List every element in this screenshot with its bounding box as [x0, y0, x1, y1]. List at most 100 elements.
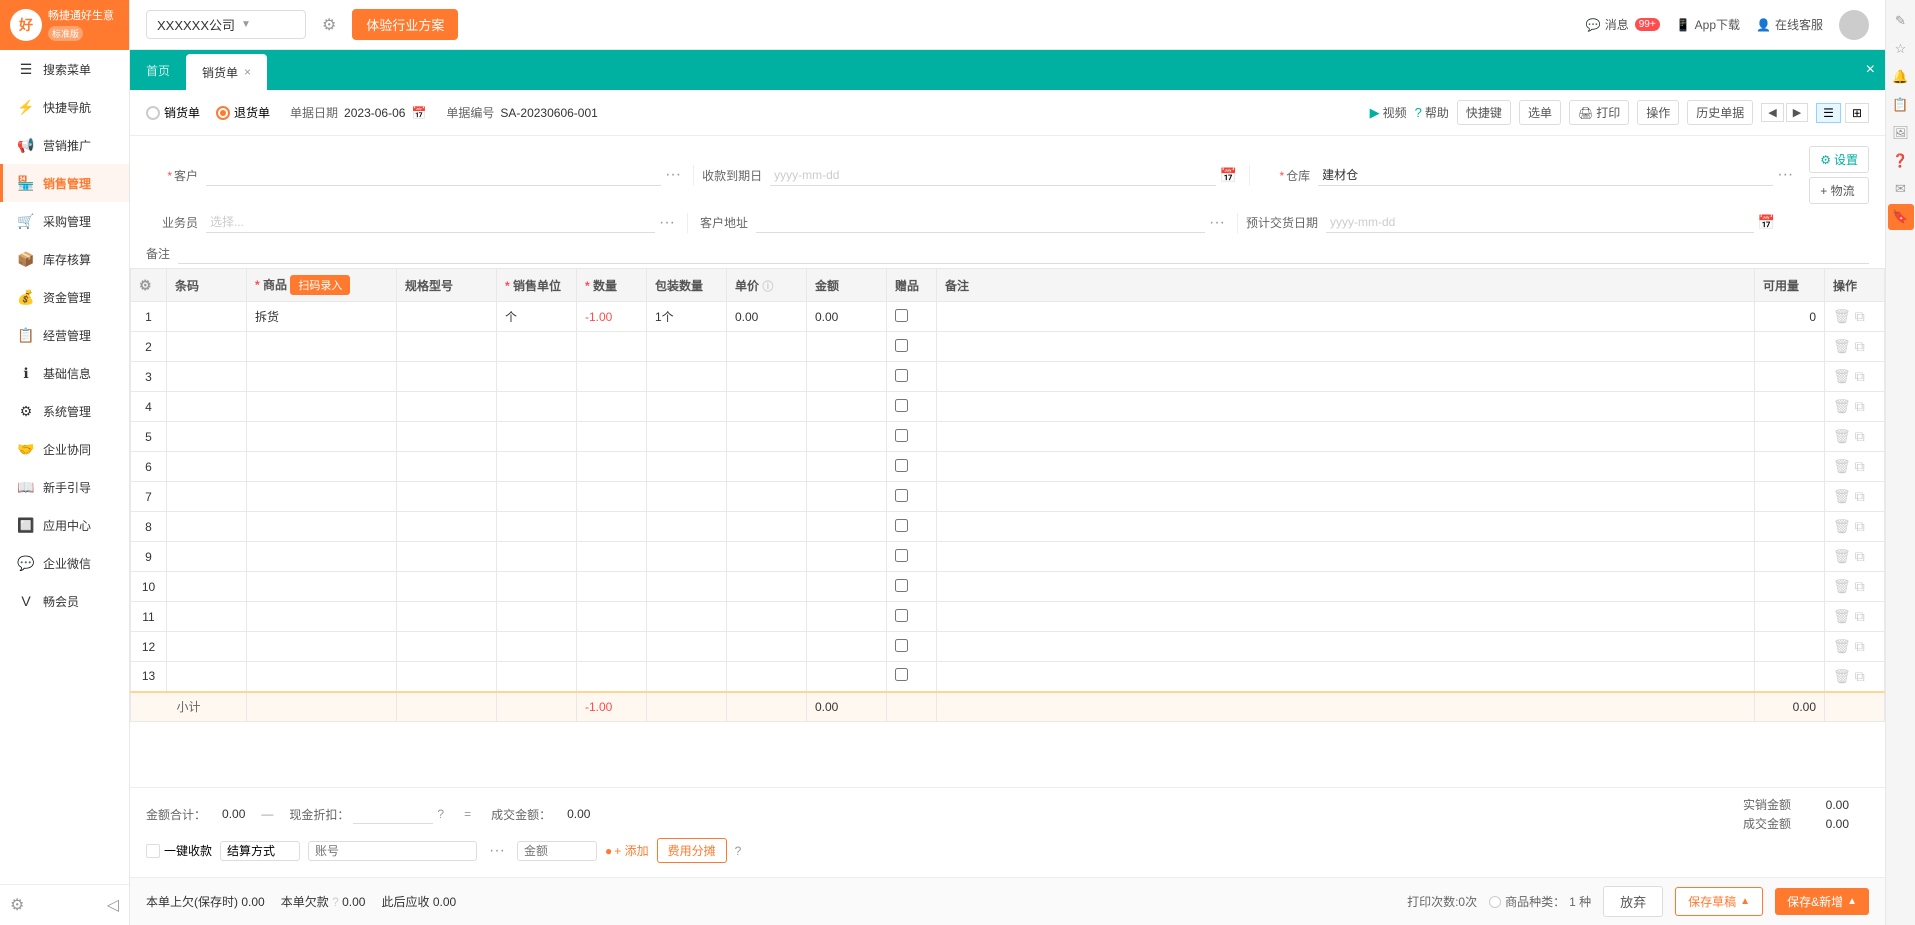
cell-spec[interactable]: [397, 602, 497, 632]
cell-remarks[interactable]: [937, 332, 1755, 362]
delete-row-icon[interactable]: 🗑: [1833, 338, 1851, 355]
expected-date-input[interactable]: [1326, 212, 1754, 233]
delete-row-icon[interactable]: 🗑: [1833, 548, 1851, 565]
copy-row-icon[interactable]: ⧉: [1855, 608, 1865, 625]
cell-qty[interactable]: [577, 572, 647, 602]
cell-qty[interactable]: [577, 332, 647, 362]
cell-unit[interactable]: [497, 632, 577, 662]
cell-unit[interactable]: [497, 572, 577, 602]
cell-price[interactable]: [727, 452, 807, 482]
app-download-btn[interactable]: 📱 App下载: [1676, 16, 1740, 33]
cell-amount[interactable]: [807, 542, 887, 572]
cell-qty[interactable]: [577, 452, 647, 482]
delete-row-icon[interactable]: 🗑: [1833, 398, 1851, 415]
one-click-payment-check[interactable]: 一键收款: [146, 842, 212, 859]
cell-qty[interactable]: [577, 422, 647, 452]
sidebar-item-search[interactable]: ☰ 搜索菜单: [0, 50, 129, 88]
gear-col-icon[interactable]: ⚙: [139, 277, 152, 293]
delete-row-icon[interactable]: 🗑: [1833, 428, 1851, 445]
cell-spec[interactable]: [397, 332, 497, 362]
cell-barcode[interactable]: [167, 452, 247, 482]
cell-unit[interactable]: [497, 482, 577, 512]
customer-dots[interactable]: ···: [661, 167, 685, 183]
abandon-btn[interactable]: 放弃: [1603, 886, 1663, 917]
cell-amount[interactable]: [807, 662, 887, 692]
discount-input[interactable]: [353, 805, 433, 824]
tab-close-icon[interactable]: ×: [244, 65, 251, 79]
cell-price[interactable]: [727, 422, 807, 452]
cell-product[interactable]: [247, 512, 397, 542]
cell-amount[interactable]: [807, 632, 887, 662]
cell-remarks[interactable]: [937, 482, 1755, 512]
cell-spec[interactable]: [397, 512, 497, 542]
settings-icon-btn[interactable]: ⚙: [318, 11, 340, 39]
cell-remarks[interactable]: [937, 392, 1755, 422]
trial-button[interactable]: 体验行业方案: [352, 9, 458, 40]
due-date-input[interactable]: [770, 165, 1216, 186]
cell-qty[interactable]: [577, 602, 647, 632]
cell-price[interactable]: [727, 572, 807, 602]
address-dots[interactable]: ···: [1205, 215, 1229, 231]
right-panel-edit[interactable]: ✎: [1888, 8, 1914, 34]
cell-barcode[interactable]: [167, 302, 247, 332]
discount-help-icon[interactable]: ?: [437, 807, 444, 821]
cell-remarks[interactable]: [937, 452, 1755, 482]
delete-row-icon[interactable]: 🗑: [1833, 608, 1851, 625]
copy-row-icon[interactable]: ⧉: [1855, 368, 1865, 385]
cell-qty[interactable]: [577, 482, 647, 512]
cell-pkgqty[interactable]: [647, 602, 727, 632]
account-dots[interactable]: ···: [485, 843, 509, 859]
delete-row-icon[interactable]: 🗑: [1833, 668, 1851, 685]
cell-price[interactable]: [727, 512, 807, 542]
warehouse-dots[interactable]: ···: [1773, 167, 1797, 183]
right-panel-bell[interactable]: 🔔: [1888, 64, 1914, 90]
cell-gift[interactable]: [887, 632, 937, 662]
cell-amount[interactable]: [807, 422, 887, 452]
cell-remarks[interactable]: [937, 362, 1755, 392]
cell-product[interactable]: [247, 632, 397, 662]
overdue-help[interactable]: ?: [332, 895, 339, 909]
cell-remarks[interactable]: [937, 632, 1755, 662]
save-new-btn[interactable]: 保存&新增 ▲: [1775, 888, 1869, 915]
message-btn[interactable]: 💬 消息 99+: [1586, 16, 1660, 33]
cell-spec[interactable]: [397, 302, 497, 332]
cell-barcode[interactable]: [167, 422, 247, 452]
cell-gift[interactable]: [887, 572, 937, 602]
table-scroll[interactable]: ⚙ 条码 * 商品 扫码录入 规格型号: [130, 268, 1885, 787]
cell-spec[interactable]: [397, 452, 497, 482]
account-input[interactable]: [308, 841, 477, 861]
cell-gift[interactable]: [887, 332, 937, 362]
cell-remarks[interactable]: [937, 602, 1755, 632]
cell-amount[interactable]: [807, 392, 887, 422]
tab-home[interactable]: 首页: [130, 50, 186, 90]
cell-spec[interactable]: [397, 572, 497, 602]
cell-pkgqty[interactable]: [647, 542, 727, 572]
copy-row-icon[interactable]: ⧉: [1855, 548, 1865, 565]
cell-unit[interactable]: 个: [497, 302, 577, 332]
cell-remarks[interactable]: [937, 512, 1755, 542]
sidebar-item-guide[interactable]: 📖 新手引导: [0, 468, 129, 506]
history-btn[interactable]: 历史单据: [1687, 100, 1753, 125]
sidebar-item-enterprise[interactable]: 🤝 企业协同: [0, 430, 129, 468]
salesperson-dots[interactable]: ···: [655, 215, 679, 231]
cell-product[interactable]: [247, 362, 397, 392]
cell-product[interactable]: [247, 452, 397, 482]
list-view-icon[interactable]: ☰: [1816, 103, 1841, 123]
cell-price[interactable]: 0.00: [727, 302, 807, 332]
cell-remarks[interactable]: [937, 302, 1755, 332]
copy-row-icon[interactable]: ⧉: [1855, 398, 1865, 415]
expense-help-icon[interactable]: ?: [735, 844, 742, 858]
settings-bottom-icon[interactable]: ⚙: [10, 895, 24, 915]
cell-pkgqty[interactable]: [647, 422, 727, 452]
sidebar-item-operations[interactable]: 📋 经营管理: [0, 316, 129, 354]
cell-gift[interactable]: [887, 512, 937, 542]
cell-product[interactable]: [247, 602, 397, 632]
note-input[interactable]: [178, 243, 1869, 264]
operations-btn[interactable]: 操作: [1637, 100, 1679, 125]
cell-amount[interactable]: [807, 362, 887, 392]
cell-gift[interactable]: [887, 302, 937, 332]
sidebar-item-apps[interactable]: 🔲 应用中心: [0, 506, 129, 544]
cell-gift[interactable]: [887, 362, 937, 392]
cell-pkgqty[interactable]: [647, 512, 727, 542]
payment-amount-input[interactable]: [517, 841, 597, 861]
